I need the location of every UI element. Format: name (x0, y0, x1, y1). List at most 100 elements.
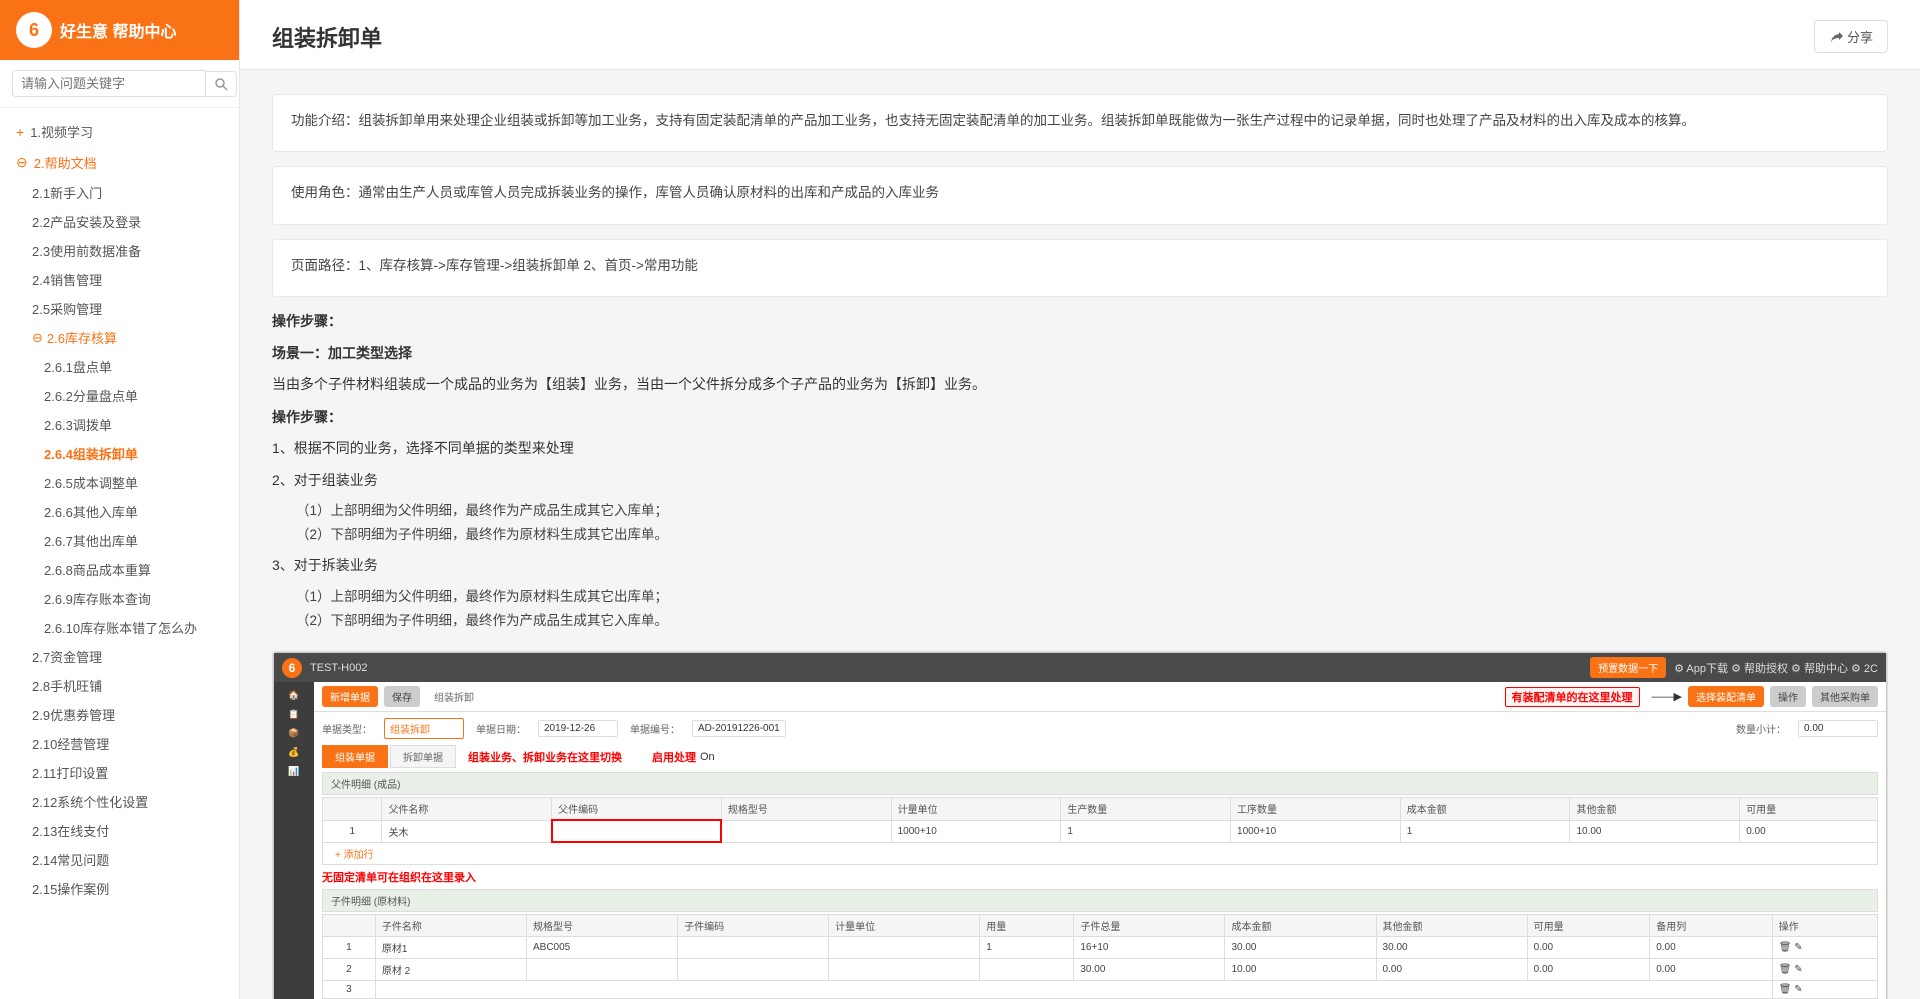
search-input[interactable] (12, 70, 206, 97)
mock-nav-icon-4[interactable]: 💰 (286, 745, 301, 760)
mock-config-btn[interactable]: 选择装配清单 (1688, 686, 1764, 707)
sidebar-item-otherinbound[interactable]: 2.6.6其他入库单 (0, 497, 239, 526)
mock-qty-label: 数量小计： (1736, 721, 1786, 736)
scene1-steps-label: 操作步骤： (272, 405, 1888, 430)
sidebar-item-sysconfig[interactable]: 2.12系统个性化设置 (0, 787, 239, 816)
mock-save-btn[interactable]: 保存 (384, 686, 420, 707)
intro-block-1: 功能介绍：组装拆卸单用来处理企业组装或拆卸等加工业务，支持有固定装配清单的产品加… (272, 94, 1888, 152)
mock-tab-assembly[interactable]: 组装单据 (322, 745, 388, 768)
search-button[interactable] (206, 71, 237, 97)
mock-preset-btn[interactable]: 预置数据一下 (1590, 657, 1666, 678)
intro-block-3: 页面路径：1、库存核算->库存管理->组装拆卸单 2、首页->常用功能 (272, 239, 1888, 297)
step3: 3、对于拆装业务 (272, 553, 1888, 578)
mock-td-c2-spec (527, 959, 678, 981)
mock-th-produce: 生产数量 (1061, 798, 1231, 821)
sidebar-item-install[interactable]: 2.2产品安装及登录 (0, 207, 239, 236)
mock-add-row-btn[interactable]: + 添加行 (329, 848, 380, 863)
minus-icon: ⊖ (16, 154, 28, 171)
sidebar-item-assembly[interactable]: 2.6.4组装拆卸单 (0, 439, 239, 468)
sidebar-item-purchase[interactable]: 2.5采购管理 (0, 294, 239, 323)
sidebar-item-transfer[interactable]: 2.6.3调拨单 (0, 410, 239, 439)
mock-td-c1-usage: 1 (980, 937, 1074, 959)
intro-block-2: 使用角色：通常由生产人员或库管人员完成拆装业务的操作，库管人员确认原材料的出库和… (272, 166, 1888, 224)
mock-td-c1-spec: ABC005 (527, 937, 678, 959)
mock-type-value: 组装拆卸 (384, 718, 464, 739)
mock-action-btn1[interactable]: 操作 (1770, 686, 1806, 707)
sidebar-item-finance[interactable]: 2.7资金管理 (0, 642, 239, 671)
sidebar-item-mgmt[interactable]: 2.10经营管理 (0, 729, 239, 758)
sidebar-item-cases[interactable]: 2.15操作案例 (0, 874, 239, 903)
mock-nav-icon-5[interactable]: 📊 (286, 764, 301, 779)
mock-table2-header: 子件明细 (原材料) (322, 889, 1878, 912)
mock-th-c-code: 子件编码 (678, 915, 829, 937)
mock-td-c2-unit (829, 959, 980, 981)
sidebar-item-payment[interactable]: 2.13在线支付 (0, 816, 239, 845)
sidebar-item-costrecalc[interactable]: 2.6.8商品成本重算 (0, 555, 239, 584)
mock-new-btn[interactable]: 新增单据 (322, 686, 378, 707)
mock-nav-icon-3[interactable]: 📦 (286, 726, 301, 741)
sidebar-item-newuser[interactable]: 2.1新手入门 (0, 178, 239, 207)
mock-th-c-op: 操作 (1772, 915, 1877, 937)
step2-sub2: （2）下部明细为子件明细，最终作为原材料生成其它出库单。 (272, 523, 1888, 547)
sidebar-item-faq[interactable]: 2.14常见问题 (0, 845, 239, 874)
mock-td-c2-op[interactable]: 🗑 ✎ (1772, 959, 1877, 981)
sidebar-header: 6 好生意 帮助中心 (0, 0, 239, 60)
table-row: 2 原材 2 30.00 10.00 0 (323, 959, 1878, 981)
mock-num-label: 单据编号： (630, 721, 680, 736)
sidebar-item-stockcheck[interactable]: 2.6.1盘点单 (0, 352, 239, 381)
mock-td-spec (721, 820, 891, 842)
sidebar-item-otheroutbound[interactable]: 2.6.7其他出库单 (0, 526, 239, 555)
sidebar-item-stockfix[interactable]: 2.6.10库存账本错了怎么办 (0, 613, 239, 642)
share-button[interactable]: 分享 (1814, 20, 1888, 53)
mock-td-c3-num: 3 (323, 981, 376, 999)
search-box (0, 60, 239, 108)
sidebar-item-stockledger[interactable]: 2.6.9库存账本查询 (0, 584, 239, 613)
mock-annotation-bottom: 无固定清单可在组织在这里录入 (322, 869, 1878, 885)
mock-td-c1-op[interactable]: 🗑 ✎ (1772, 937, 1877, 959)
mock-app-id: TEST-H002 (310, 662, 367, 674)
sidebar-item-costadjust[interactable]: 2.6.5成本调整单 (0, 468, 239, 497)
mock-td-c2-total: 30.00 (1074, 959, 1225, 981)
mock-td-code (552, 820, 722, 842)
sidebar-item-video-learning[interactable]: + 1.视频学习 (0, 116, 239, 147)
mock-annotation-top: 有装配清单的在这里处理 (1505, 687, 1640, 707)
screenshot-container: 6 TEST-H002 预置数据一下 ⚙ App下载 ⚙ 帮助授权 ⚙ 帮助中心… (272, 651, 1888, 999)
mock-th-available: 可用量 (1740, 798, 1878, 821)
mock-qty-value: 0.00 (1798, 720, 1878, 737)
mock-nav-icon-2[interactable]: 📋 (286, 707, 301, 722)
mock-td-c3-op[interactable]: 🗑 ✎ (1772, 981, 1877, 999)
sidebar-item-help-docs[interactable]: ⊖ 2.帮助文档 (0, 147, 239, 178)
mock-nav-icon-1[interactable]: 🏠 (286, 688, 301, 703)
mock-th-c-total: 子件总量 (1074, 915, 1225, 937)
table-row-add[interactable]: + 添加行 (323, 842, 1878, 865)
mock-td-cost: 1 (1400, 820, 1570, 842)
sidebar-item-print[interactable]: 2.11打印设置 (0, 758, 239, 787)
mock-th-c-other: 其他金额 (1376, 915, 1527, 937)
intro-text-2: 使用角色：通常由生产人员或库管人员完成拆装业务的操作，库管人员确认原材料的出库和… (291, 181, 1869, 205)
sidebar-item-label: 1.视频学习 (30, 122, 93, 141)
mock-status: 组装拆卸 (434, 689, 474, 704)
mock-table-child: 子件名称 规格型号 子件编码 计量单位 用量 子件总量 成本金额 其他金额 (322, 914, 1878, 999)
sidebar-item-partialcheck[interactable]: 2.6.2分量盘点单 (0, 381, 239, 410)
sidebar-item-mobile[interactable]: 2.8手机旺铺 (0, 671, 239, 700)
mock-main-area: 新增单据 保存 组装拆卸 有装配清单的在这里处理 ——▶ 选择装配清单 操作 其… (314, 682, 1886, 999)
mock-td-c1-avail: 0.00 (1527, 937, 1650, 959)
mock-th-num (323, 798, 382, 821)
mock-td-produce: 1 (1061, 820, 1231, 842)
sidebar-item-dataprep[interactable]: 2.3使用前数据准备 (0, 236, 239, 265)
mock-topbar: 6 TEST-H002 预置数据一下 ⚙ App下载 ⚙ 帮助授权 ⚙ 帮助中心… (274, 653, 1886, 682)
mock-th-unit: 计量单位 (891, 798, 1061, 821)
mock-table-parent: 父件名称 父件编码 规格型号 计量单位 生产数量 工序数量 成本金额 其他金额 (322, 797, 1878, 865)
mock-tab-disassembly[interactable]: 拆卸单据 (390, 745, 456, 768)
mock-td-avail: 0.00 (1740, 820, 1878, 842)
sidebar-item-coupon[interactable]: 2.9优惠券管理 (0, 700, 239, 729)
mock-th-cost: 成本金额 (1400, 798, 1570, 821)
page-title: 组装拆卸单 (272, 21, 382, 53)
sidebar-item-sales[interactable]: 2.4销售管理 (0, 265, 239, 294)
app-logo: 6 (16, 12, 52, 48)
mock-th-process: 工序数量 (1231, 798, 1401, 821)
sidebar-item-inventory[interactable]: ⊖ 2.6库存核算 (0, 323, 239, 352)
plus-icon: + (16, 124, 24, 140)
mock-date-label: 单据日期： (476, 721, 526, 736)
mock-action-btn2[interactable]: 其他采购单 (1812, 686, 1878, 707)
